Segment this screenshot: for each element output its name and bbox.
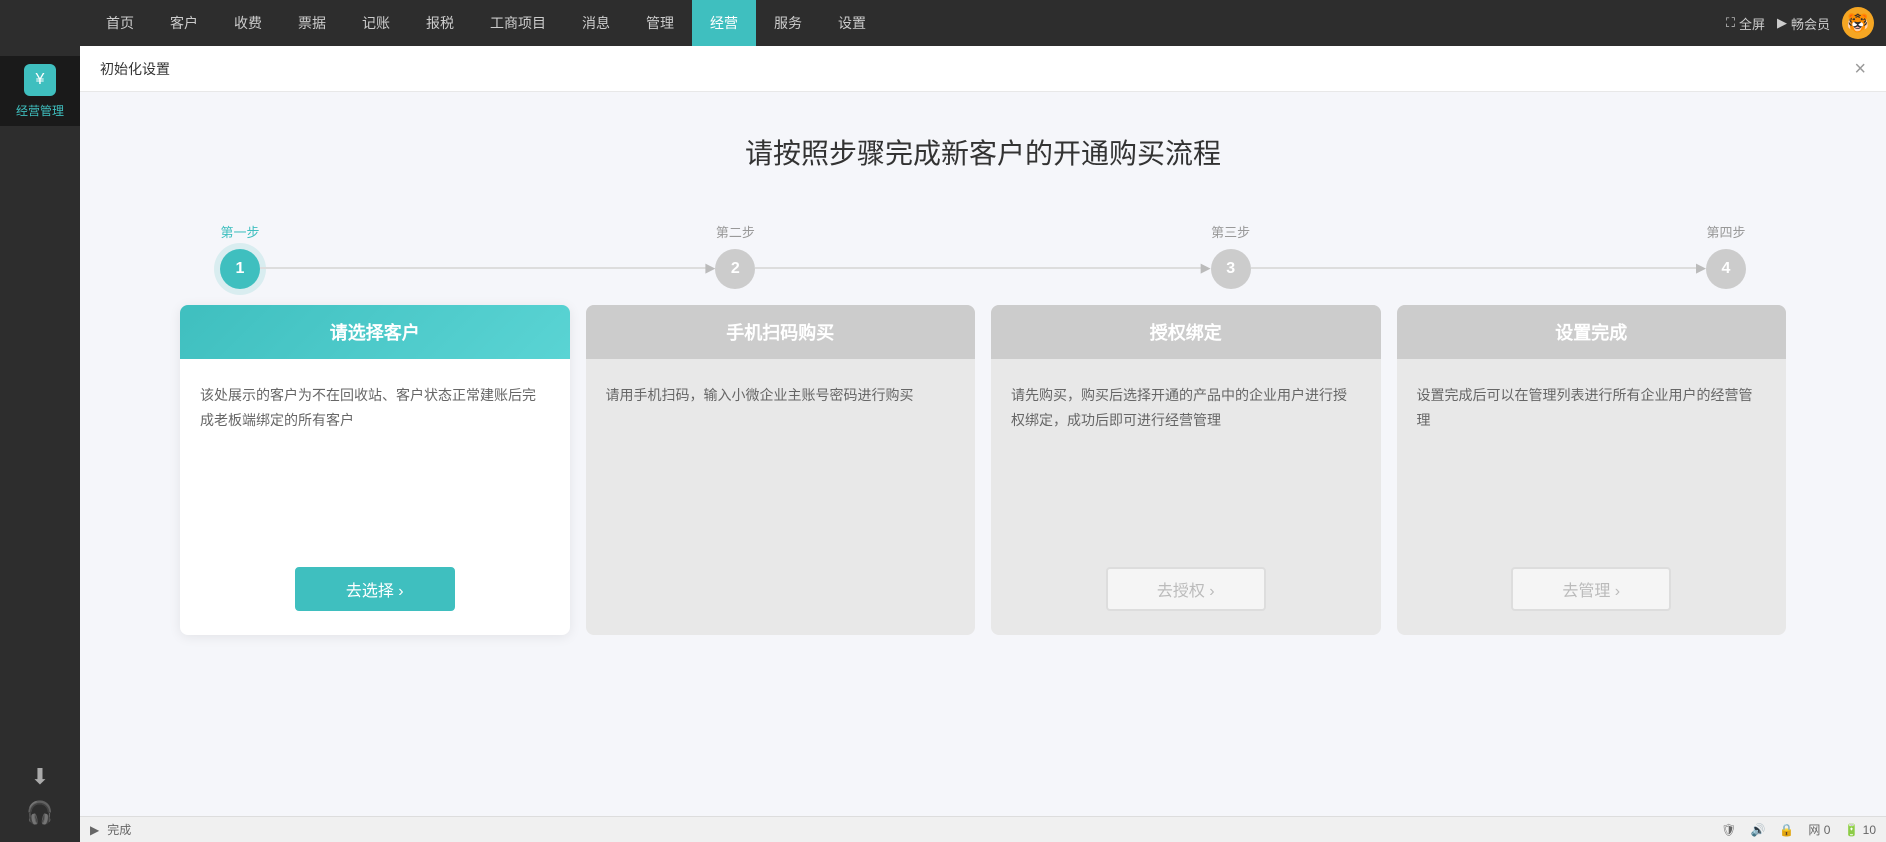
- status-bar-right: 🛡 🔊 🔒 网 0 🔋 10: [1721, 821, 1876, 838]
- card-4-footer: 去管理 ›: [1397, 551, 1787, 635]
- connector-2-3: ▶: [755, 260, 1210, 276]
- page-title: 初始化设置: [100, 59, 170, 79]
- nav-message[interactable]: 消息: [564, 0, 628, 46]
- step-4-label: 第四步: [1706, 222, 1745, 241]
- connector-1-2: ▶: [260, 260, 715, 276]
- card-3-body: 请先购买，购买后选择开通的产品中的企业用户进行授权绑定，成功后即可进行经营管理: [991, 359, 1381, 551]
- card-3-footer: 去授权 ›: [991, 551, 1381, 635]
- close-button[interactable]: ×: [1854, 59, 1866, 79]
- step-3-circle: 3: [1211, 249, 1251, 289]
- fullscreen-icon: ⛶: [1726, 15, 1735, 31]
- download-icon[interactable]: ⬇: [31, 764, 49, 790]
- step-1-circle: 1: [220, 249, 260, 289]
- nav-home[interactable]: 首页: [88, 0, 152, 46]
- fullscreen-btn[interactable]: ⛶ 全屏: [1726, 14, 1765, 33]
- nav-settings[interactable]: 设置: [820, 0, 884, 46]
- card-2-body: 请用手机扫码，输入小微企业主账号密码进行购买: [586, 359, 976, 595]
- nav-tax[interactable]: 报税: [408, 0, 472, 46]
- sidebar-bottom: ⬇ 🎧: [26, 764, 53, 842]
- step-3: 第三步 3: [1211, 222, 1251, 289]
- card-4-title: 设置完成: [1397, 305, 1787, 359]
- connector-line: [260, 267, 706, 269]
- yen-icon: ¥: [24, 64, 56, 96]
- avatar[interactable]: 🐯: [1842, 7, 1874, 39]
- step-2-circle: 2: [715, 249, 755, 289]
- sidebar: ¥ 经营管理 ⬇ 🎧: [0, 46, 80, 842]
- steps-track: 第一步 1 ▶ 第二步 2 ▶ 第三步 3: [140, 222, 1826, 289]
- status-text: 完成: [107, 821, 131, 838]
- step-1: 第一步 1: [220, 222, 260, 289]
- card-auth-bind: 授权绑定 请先购买，购买后选择开通的产品中的企业用户进行授权绑定，成功后即可进行…: [991, 305, 1381, 635]
- main-content: 初始化设置 × 请按照步骤完成新客户的开通购买流程 第一步 1 ▶ 第二步 2: [80, 46, 1886, 816]
- connector-3-4: ▶: [1251, 260, 1706, 276]
- nav-invoice[interactable]: 票据: [280, 0, 344, 46]
- volume-icon: 🔊: [1750, 823, 1765, 837]
- step-4: 第四步 4: [1706, 222, 1746, 289]
- go-select-button[interactable]: 去选择 ›: [295, 567, 455, 611]
- sidebar-operation[interactable]: ¥ 经营管理: [0, 56, 80, 126]
- step-2-label: 第二步: [716, 222, 755, 241]
- card-scan-buy: 手机扫码购买 请用手机扫码，输入小微企业主账号密码进行购买: [586, 305, 976, 635]
- arrow-icon: ▶: [1201, 260, 1211, 276]
- nav-fee[interactable]: 收费: [216, 0, 280, 46]
- play-icon: ▶: [1777, 15, 1787, 31]
- step-1-label: 第一步: [220, 222, 259, 241]
- nav-customer[interactable]: 客户: [152, 0, 216, 46]
- lock-icon: 🔒: [1779, 823, 1794, 837]
- nav-account[interactable]: 记账: [344, 0, 408, 46]
- nav-right-actions: ⛶ 全屏 ▶ 畅会员 🐯: [1726, 7, 1886, 39]
- status-bar: ▶ 完成 🛡 🔊 🔒 网 0 🔋 10: [80, 816, 1886, 842]
- arrow-icon: ▶: [1696, 260, 1706, 276]
- nav-business[interactable]: 工商项目: [472, 0, 564, 46]
- go-manage-button[interactable]: 去管理 ›: [1511, 567, 1671, 611]
- step-4-circle: 4: [1706, 249, 1746, 289]
- page-body: 请按照步骤完成新客户的开通购买流程 第一步 1 ▶ 第二步 2 ▶: [80, 92, 1886, 816]
- card-1-body: 该处展示的客户为不在回收站、客户状态正常建账后完成老板端绑定的所有客户: [180, 359, 570, 551]
- card-select-customer: 请选择客户 该处展示的客户为不在回收站、客户状态正常建账后完成老板端绑定的所有客…: [180, 305, 570, 635]
- card-2-title: 手机扫码购买: [586, 305, 976, 359]
- step-2: 第二步 2: [715, 222, 755, 289]
- nav-manage[interactable]: 管理: [628, 0, 692, 46]
- card-2-footer: [586, 595, 976, 635]
- top-nav: 首页 客户 收费 票据 记账 报税 工商项目 消息 管理 经营 服务 设置 ⛶ …: [0, 0, 1886, 46]
- vip-btn[interactable]: ▶ 畅会员: [1777, 14, 1830, 33]
- connector-line: [755, 267, 1201, 269]
- content-header: 初始化设置 ×: [80, 46, 1886, 92]
- nav-operation[interactable]: 经营: [692, 0, 756, 46]
- page-heading: 请按照步骤完成新客户的开通购买流程: [140, 132, 1826, 172]
- battery-icon: 🔋 10: [1844, 823, 1876, 837]
- card-3-title: 授权绑定: [991, 305, 1381, 359]
- card-setup-complete: 设置完成 设置完成后可以在管理列表进行所有企业用户的经营管理 去管理 ›: [1397, 305, 1787, 635]
- network-status: 网 0: [1808, 821, 1830, 838]
- card-1-footer: 去选择 ›: [180, 551, 570, 635]
- step-3-label: 第三步: [1211, 222, 1250, 241]
- arrow-icon: ▶: [705, 260, 715, 276]
- go-auth-button[interactable]: 去授权 ›: [1106, 567, 1266, 611]
- nav-service[interactable]: 服务: [756, 0, 820, 46]
- card-4-body: 设置完成后可以在管理列表进行所有企业用户的经营管理: [1397, 359, 1787, 551]
- play-status-icon: ▶: [90, 823, 99, 837]
- connector-line: [1251, 267, 1697, 269]
- shield-icon: 🛡: [1721, 823, 1736, 837]
- card-1-title: 请选择客户: [180, 305, 570, 359]
- cards-row: 请选择客户 该处展示的客户为不在回收站、客户状态正常建账后完成老板端绑定的所有客…: [140, 305, 1826, 635]
- headset-icon[interactable]: 🎧: [26, 800, 53, 826]
